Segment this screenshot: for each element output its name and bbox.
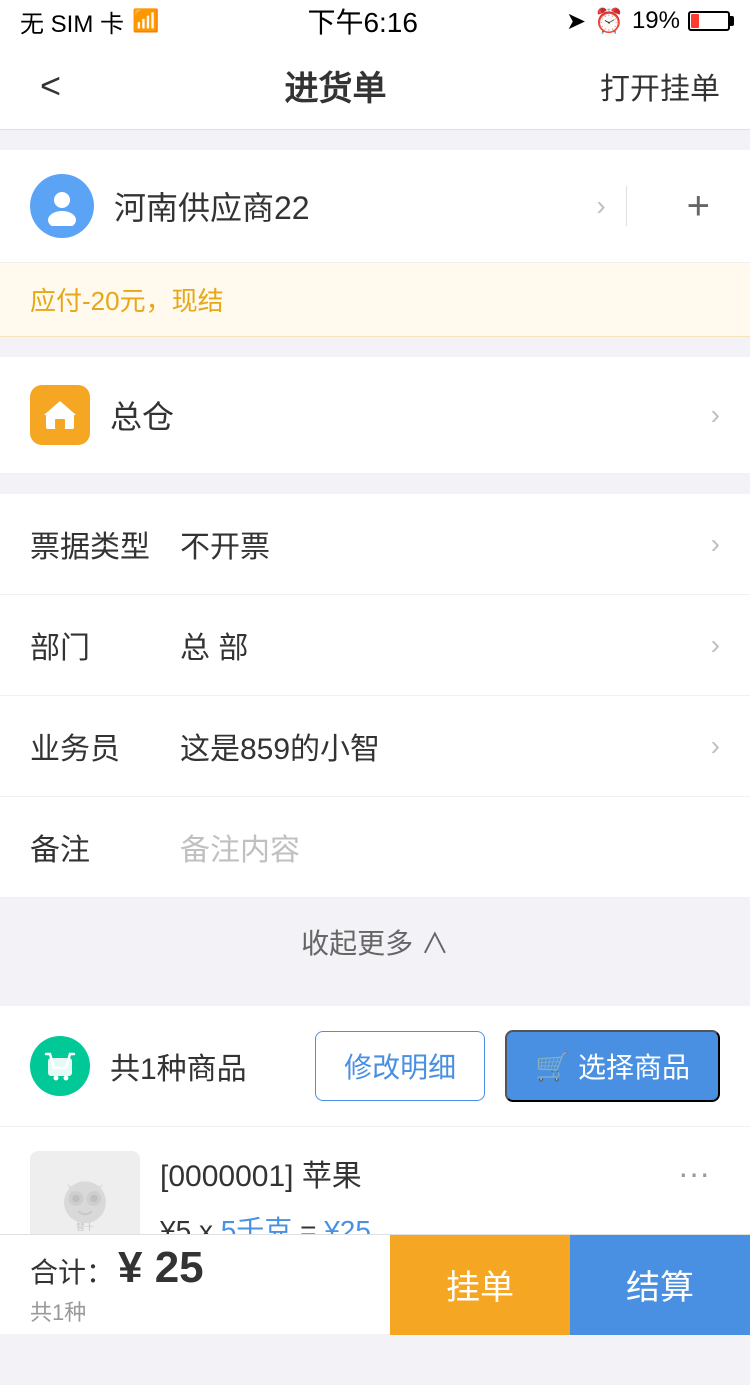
total-amount: ¥ 25 (118, 1243, 204, 1293)
product-name-0: [0000001] 苹果 (160, 1151, 648, 1195)
carrier-label: 无 SIM 卡 (20, 4, 124, 39)
section-gap-2 (0, 337, 750, 357)
supplier-info-banner: 应付-20元，现结 (0, 263, 750, 337)
products-header: 共1种商品 修改明细 🛒 选择商品 (0, 1006, 750, 1126)
section-gap-4 (0, 986, 750, 1006)
total-label: 合计： (30, 1251, 114, 1291)
svg-text:替十: 替十 (76, 1221, 94, 1232)
alarm-icon: ⏰ (594, 7, 624, 36)
invoice-type-row[interactable]: 票据类型 不开票 › (0, 494, 750, 595)
products-count-label: 共1种商品 (110, 1044, 295, 1088)
product-more-button-0[interactable]: ··· (668, 1151, 720, 1196)
products-icon-bg (30, 1036, 90, 1096)
salesperson-value: 这是859的小智 (180, 724, 701, 768)
supplier-chevron-icon: › (596, 190, 605, 222)
select-product-label: 选择商品 (578, 1046, 690, 1086)
product-title-0: 苹果 (302, 1160, 362, 1193)
warehouse-name: 总仓 (110, 392, 701, 438)
nav-bar: < 进货单 打开挂单 (0, 42, 750, 130)
total-count: 共1种 (30, 1295, 360, 1327)
checkout-button[interactable]: 结算 (570, 1235, 750, 1335)
salesperson-chevron-icon: › (711, 730, 720, 762)
invoice-type-value: 不开票 (180, 522, 701, 566)
department-row[interactable]: 部门 总 部 › (0, 595, 750, 696)
remark-label: 备注 (30, 825, 150, 869)
form-card: 票据类型 不开票 › 部门 总 部 › 业务员 这是859的小智 › 备注 备注… (0, 494, 750, 898)
supplier-name: 河南供应商22 (114, 183, 586, 229)
product-image-placeholder: 替十 (55, 1176, 115, 1236)
status-time: 下午6:16 (307, 1, 418, 41)
back-button[interactable]: < (30, 55, 71, 117)
warehouse-card: 总仓 › (0, 357, 750, 474)
invoice-type-chevron-icon: › (711, 528, 720, 560)
page-title: 进货单 (285, 61, 387, 110)
department-label: 部门 (30, 623, 150, 667)
department-value: 总 部 (180, 623, 701, 667)
remark-placeholder: 备注内容 (180, 825, 720, 869)
invoice-type-label: 票据类型 (30, 522, 150, 566)
section-gap-3 (0, 474, 750, 494)
select-icon: 🛒 (535, 1050, 570, 1083)
location-icon: ➤ (566, 7, 586, 36)
edit-detail-button[interactable]: 修改明细 (315, 1031, 485, 1101)
supplier-divider (626, 186, 627, 226)
remark-row[interactable]: 备注 备注内容 (0, 797, 750, 898)
select-product-button[interactable]: 🛒 选择商品 (505, 1030, 720, 1102)
supplier-avatar (30, 174, 94, 238)
collapse-button[interactable]: 收起更多 ∧ (0, 898, 750, 986)
supplier-row[interactable]: 河南供应商22 › + (0, 150, 750, 263)
wifi-icon: 📶 (132, 8, 159, 34)
battery-icon (688, 11, 730, 31)
product-code-0: [0000001] (160, 1160, 293, 1193)
hold-button[interactable]: 挂单 (390, 1235, 570, 1335)
warehouse-icon (42, 397, 78, 433)
cart-icon (42, 1048, 78, 1084)
status-right: ➤ ⏰ 19% (566, 7, 730, 36)
total-section: 合计： ¥ 25 共1种 (0, 1243, 390, 1327)
salesperson-row[interactable]: 业务员 这是859的小智 › (0, 696, 750, 797)
warehouse-row[interactable]: 总仓 › (0, 357, 750, 474)
section-gap-1 (0, 130, 750, 150)
battery-percent: 19% (632, 7, 680, 35)
status-bar: 无 SIM 卡 📶 下午6:16 ➤ ⏰ 19% (0, 0, 750, 42)
warehouse-chevron-icon: › (711, 399, 720, 431)
user-icon (42, 186, 82, 226)
open-hold-button[interactable]: 打开挂单 (600, 64, 720, 108)
bottom-bar: 合计： ¥ 25 共1种 挂单 结算 (0, 1234, 750, 1334)
supplier-card: 河南供应商22 › + 应付-20元，现结 (0, 150, 750, 337)
department-chevron-icon: › (711, 629, 720, 661)
warehouse-icon-bg (30, 385, 90, 445)
status-left: 无 SIM 卡 📶 (20, 4, 159, 39)
supplier-add-button[interactable]: + (677, 184, 720, 229)
salesperson-label: 业务员 (30, 724, 150, 768)
